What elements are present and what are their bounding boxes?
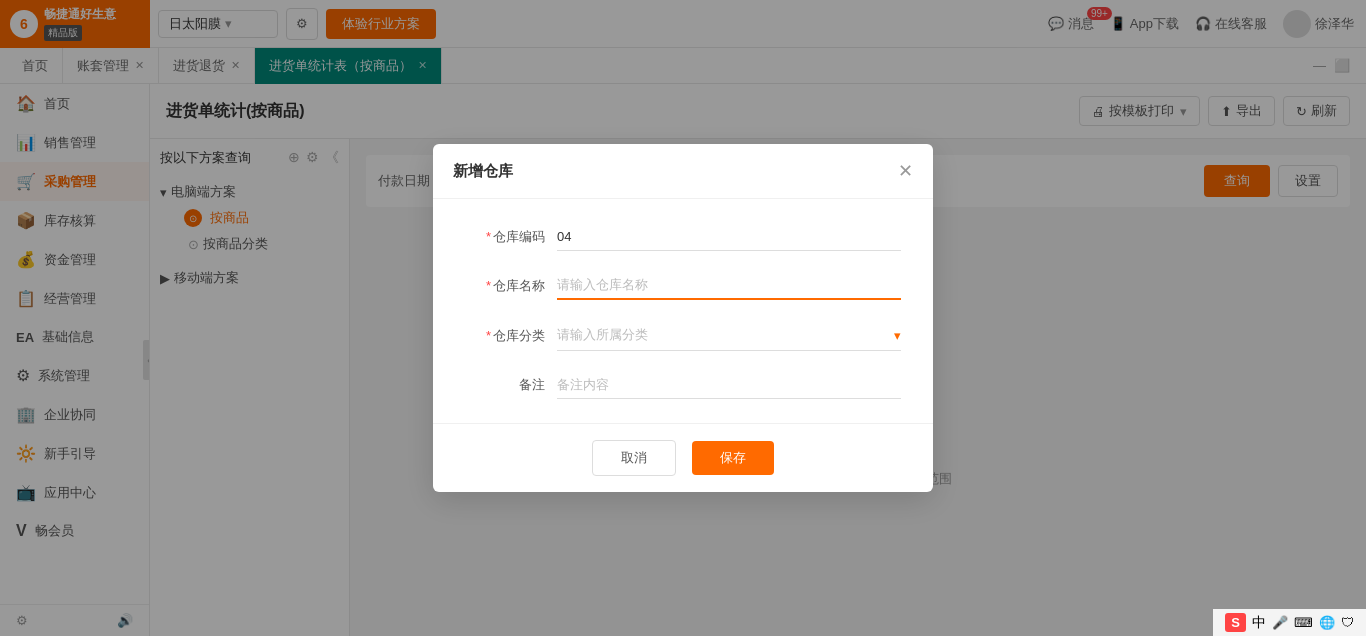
code-label: 仓库编码 [465, 228, 545, 246]
category-label: 仓库分类 [465, 327, 545, 345]
cancel-button[interactable]: 取消 [592, 440, 676, 476]
code-input[interactable] [557, 223, 901, 251]
remark-input[interactable] [557, 371, 901, 399]
modal-close-button[interactable]: ✕ [898, 160, 913, 182]
modal-header: 新增仓库 ✕ [433, 144, 933, 199]
modal-overlay[interactable]: 新增仓库 ✕ 仓库编码 仓库名称 仓库分类 请输入所属分类 ▾ [0, 0, 1366, 636]
form-row-remark: 备注 [465, 371, 901, 399]
bottom-s-logo: S [1225, 613, 1246, 632]
name-input[interactable] [557, 271, 901, 300]
modal-title: 新增仓库 [453, 162, 513, 181]
add-warehouse-modal: 新增仓库 ✕ 仓库编码 仓库名称 仓库分类 请输入所属分类 ▾ [433, 144, 933, 492]
translate-icon[interactable]: 🌐 [1319, 615, 1335, 630]
bottom-right-bar: S 中 🎤 ⌨ 🌐 🛡 [1213, 609, 1366, 636]
keyboard-icon[interactable]: ⌨ [1294, 615, 1313, 630]
form-row-category: 仓库分类 请输入所属分类 ▾ [465, 320, 901, 351]
form-row-code: 仓库编码 [465, 223, 901, 251]
name-label: 仓库名称 [465, 277, 545, 295]
category-dropdown-icon: ▾ [894, 328, 901, 343]
form-row-name: 仓库名称 [465, 271, 901, 300]
chinese-flag-icon: 中 [1252, 614, 1266, 632]
category-select[interactable]: 请输入所属分类 ▾ [557, 320, 901, 351]
modal-body: 仓库编码 仓库名称 仓库分类 请输入所属分类 ▾ 备注 [433, 199, 933, 423]
save-button[interactable]: 保存 [692, 441, 774, 475]
microphone-icon[interactable]: 🎤 [1272, 615, 1288, 630]
modal-footer: 取消 保存 [433, 423, 933, 492]
remark-label: 备注 [465, 376, 545, 394]
shield-icon: 🛡 [1341, 615, 1354, 630]
